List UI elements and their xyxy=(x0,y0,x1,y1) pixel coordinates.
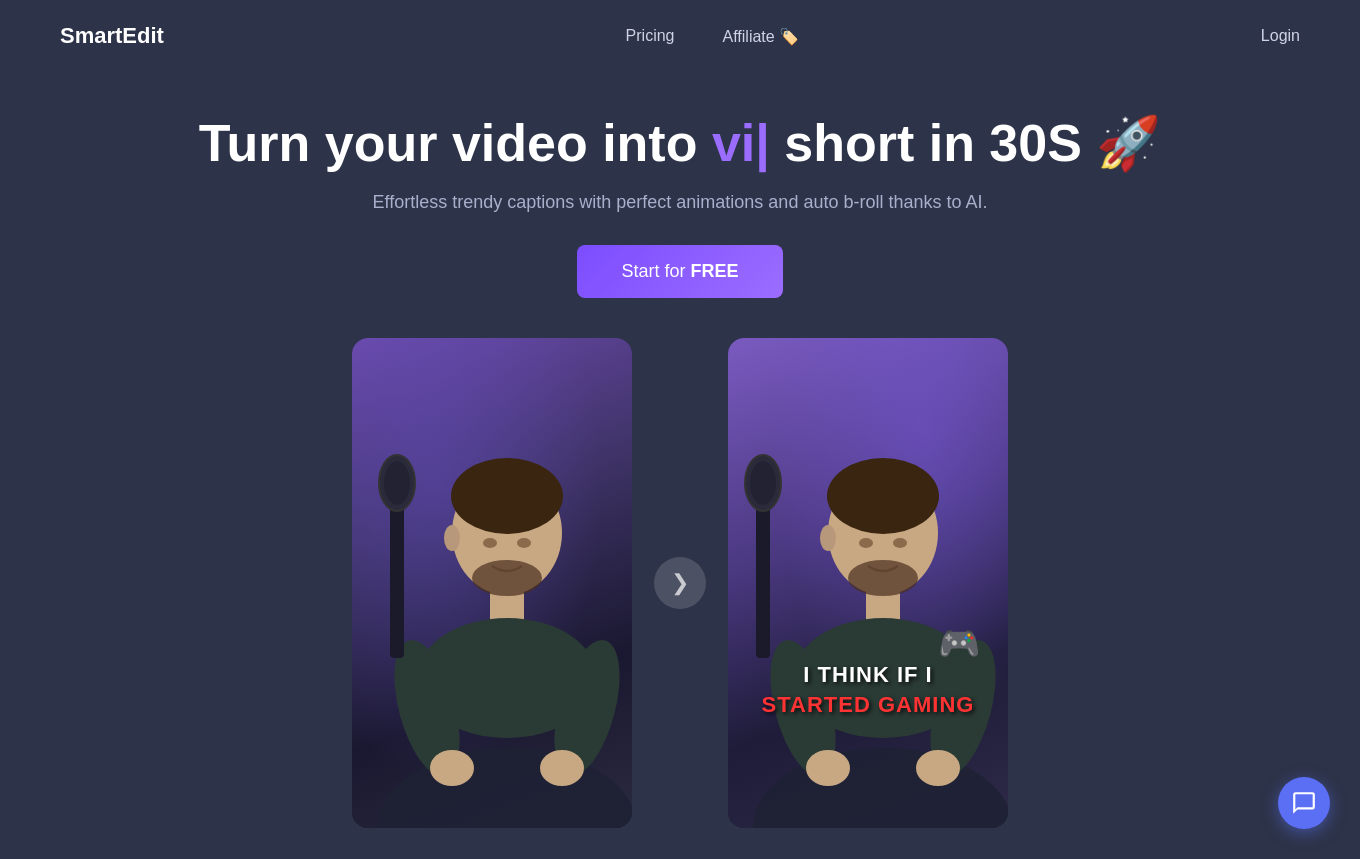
navbar: SmartEdit Pricing Affiliate 🏷️ Login xyxy=(0,0,1360,72)
caption-line1: I THINK IF I xyxy=(803,662,932,688)
hero-title-highlight: vi| xyxy=(712,114,770,172)
svg-rect-16 xyxy=(756,498,770,658)
video-after: 🎮 I THINK IF I STARTED GAMING xyxy=(728,338,1008,828)
nav-links: Pricing Affiliate 🏷️ xyxy=(626,27,800,46)
svg-point-29 xyxy=(893,538,907,548)
svg-point-13 xyxy=(517,538,531,548)
chat-button[interactable] xyxy=(1278,777,1330,829)
svg-point-5 xyxy=(451,458,563,534)
svg-point-26 xyxy=(806,750,850,786)
hero-section: Turn your video into vi| short in 30S 🚀 … xyxy=(0,72,1360,298)
mic-stand-right xyxy=(736,438,791,662)
arrow-container xyxy=(640,338,720,828)
chat-icon xyxy=(1291,790,1317,816)
caption-overlay: I THINK IF I STARTED GAMING xyxy=(728,662,1008,718)
svg-point-11 xyxy=(540,750,584,786)
cta-start-text: Start for xyxy=(621,261,690,281)
hero-title-after: short in 30S 🚀 xyxy=(770,114,1162,172)
mic-stand-left xyxy=(370,438,425,662)
nav-pricing[interactable]: Pricing xyxy=(626,27,675,45)
svg-point-2 xyxy=(384,461,410,505)
svg-point-18 xyxy=(750,461,776,505)
svg-point-21 xyxy=(827,458,939,534)
svg-point-28 xyxy=(859,538,873,548)
nav-affiliate[interactable]: Affiliate 🏷️ xyxy=(723,27,800,46)
nav-login[interactable]: Login xyxy=(1261,27,1300,45)
brand-logo[interactable]: SmartEdit xyxy=(60,23,164,49)
cta-button[interactable]: Start for FREE xyxy=(577,245,782,298)
svg-point-30 xyxy=(820,525,836,551)
video-comparison: 🎮 I THINK IF I STARTED GAMING xyxy=(0,338,1360,828)
cta-bold-text: FREE xyxy=(691,261,739,281)
svg-point-27 xyxy=(916,750,960,786)
svg-point-10 xyxy=(430,750,474,786)
caption-line2: STARTED GAMING xyxy=(762,692,975,718)
game-controller-icon: 🎮 xyxy=(938,623,980,663)
svg-point-31 xyxy=(848,560,918,596)
svg-rect-0 xyxy=(390,498,404,658)
svg-point-12 xyxy=(483,538,497,548)
hero-subtitle: Effortless trendy captions with perfect … xyxy=(373,192,988,213)
hero-title: Turn your video into vi| short in 30S 🚀 xyxy=(199,112,1162,174)
svg-point-14 xyxy=(444,525,460,551)
video-before xyxy=(352,338,632,828)
next-arrow[interactable] xyxy=(654,557,706,609)
hero-title-before: Turn your video into xyxy=(199,114,712,172)
svg-point-15 xyxy=(472,560,542,596)
